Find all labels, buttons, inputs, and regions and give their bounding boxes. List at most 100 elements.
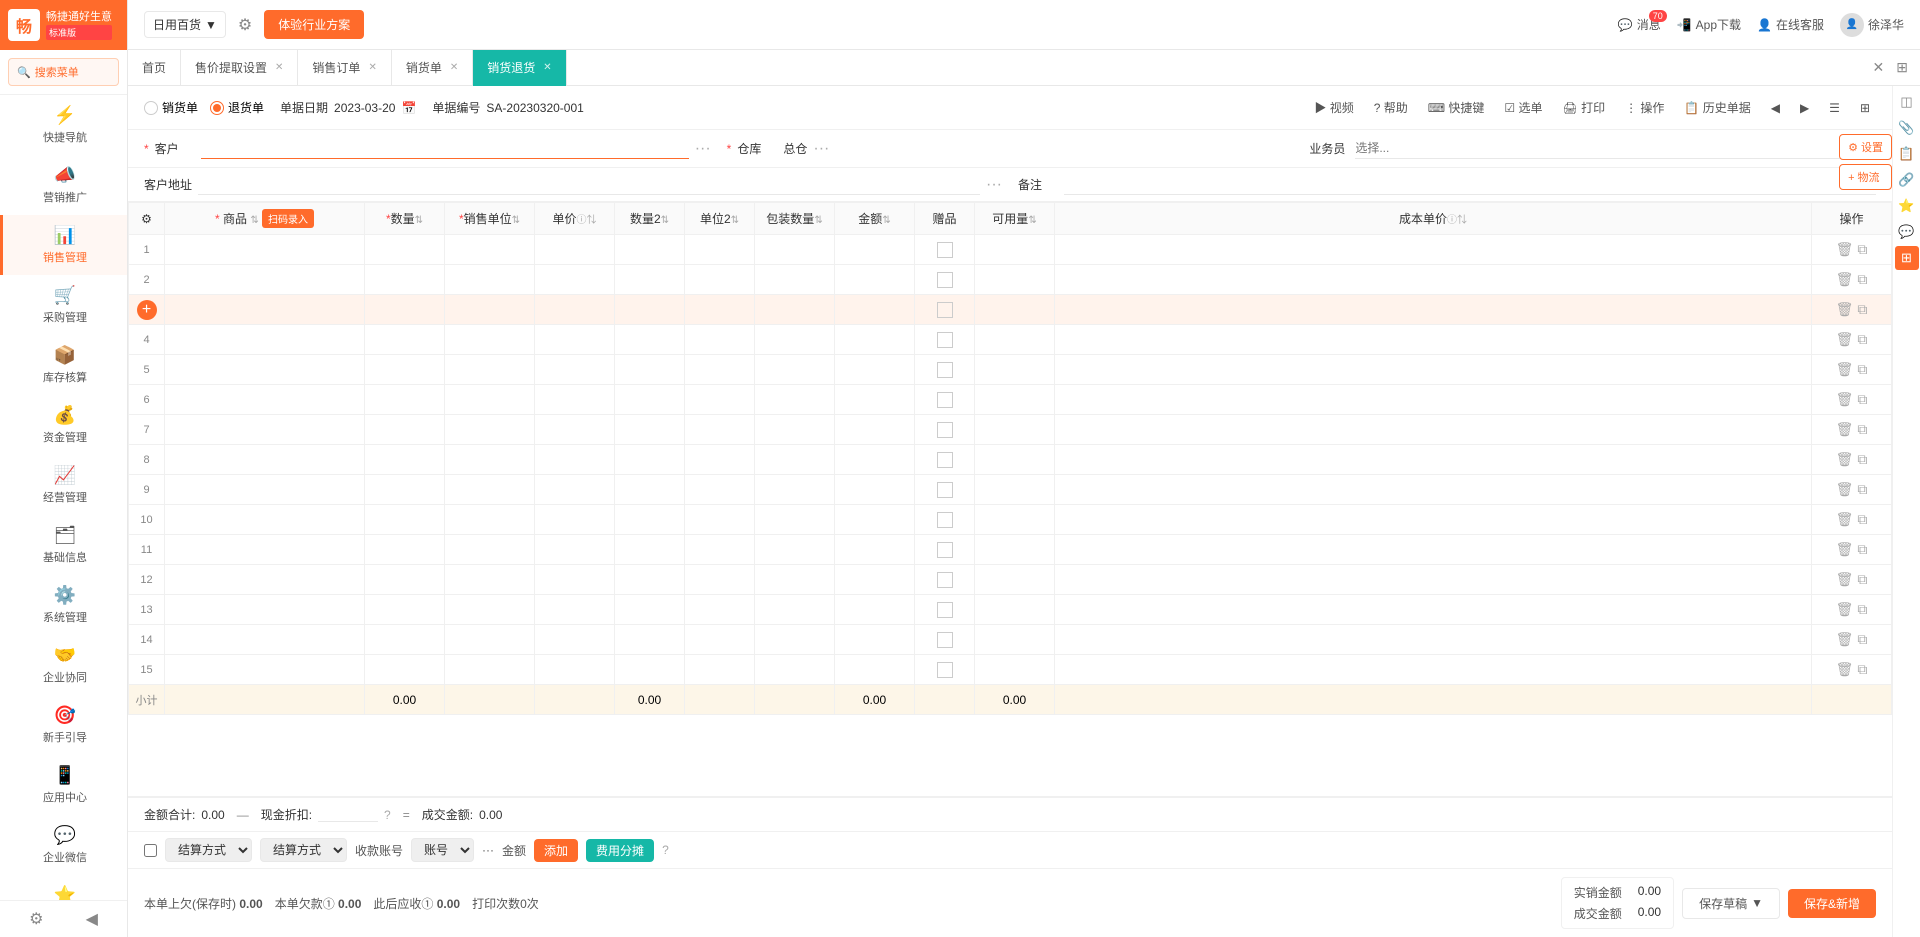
pack-qty-cell[interactable]	[755, 595, 835, 625]
right-sidebar-btn-2[interactable]: 📎	[1895, 116, 1919, 140]
sales-unit-cell[interactable]	[445, 565, 535, 595]
gift-cell[interactable]	[915, 595, 975, 625]
gift-cell[interactable]	[915, 445, 975, 475]
quantity-cell[interactable]	[365, 535, 445, 565]
gift-cell[interactable]	[915, 505, 975, 535]
quantity-cell[interactable]	[365, 655, 445, 685]
quantity2-cell[interactable]	[615, 295, 685, 325]
fee-split-help-icon[interactable]: ?	[662, 843, 669, 857]
quantity2-cell[interactable]	[615, 385, 685, 415]
copy-row-icon[interactable]: ⧉	[1857, 421, 1867, 438]
copy-row-icon[interactable]: ⧉	[1857, 331, 1867, 348]
unit-price-cell[interactable]	[535, 655, 615, 685]
gift-cell[interactable]	[915, 535, 975, 565]
tab-close-sales[interactable]: ✕	[450, 62, 458, 73]
quantity-cell[interactable]	[365, 355, 445, 385]
gift-checkbox[interactable]	[937, 452, 953, 468]
gift-checkbox[interactable]	[937, 392, 953, 408]
delete-row-icon[interactable]: 🗑	[1836, 421, 1854, 438]
delete-row-icon[interactable]: 🗑	[1836, 241, 1854, 258]
right-sidebar-btn-4[interactable]: 🔗	[1895, 168, 1919, 192]
copy-row-icon[interactable]: ⧉	[1857, 361, 1867, 378]
prev-record-icon[interactable]: ◀	[1765, 98, 1786, 118]
settings-gear-icon[interactable]: ⚙	[238, 15, 252, 35]
delete-row-icon[interactable]: 🗑	[1836, 631, 1854, 648]
available-cell[interactable]	[975, 535, 1055, 565]
gift-checkbox[interactable]	[937, 332, 953, 348]
sidebar-item-member[interactable]: ⭐ 畅会员	[0, 875, 127, 900]
copy-row-icon[interactable]: ⧉	[1857, 481, 1867, 498]
pack-qty-cell[interactable]	[755, 625, 835, 655]
amount-cell[interactable]	[835, 445, 915, 475]
sales-unit-cell[interactable]	[445, 385, 535, 415]
quantity-cell[interactable]	[365, 265, 445, 295]
available-cell[interactable]	[975, 355, 1055, 385]
amount-cell[interactable]	[835, 565, 915, 595]
copy-row-icon[interactable]: ⧉	[1857, 391, 1867, 408]
address-more-icon[interactable]: ···	[986, 176, 1002, 194]
pack-qty-cell[interactable]	[755, 235, 835, 265]
add-row-btn[interactable]: +	[137, 300, 157, 320]
sales-unit-cell[interactable]	[445, 505, 535, 535]
tab-close-sales-order[interactable]: ✕	[368, 62, 376, 73]
unit2-cell[interactable]	[685, 625, 755, 655]
sales-unit-cell[interactable]	[445, 595, 535, 625]
sidebar-item-apps[interactable]: 📱 应用中心	[0, 755, 127, 815]
gift-checkbox[interactable]	[937, 362, 953, 378]
unit-price-cell[interactable]	[535, 385, 615, 415]
cost-unit-cell[interactable]	[1055, 595, 1812, 625]
amount-cell[interactable]	[835, 385, 915, 415]
gift-cell[interactable]	[915, 625, 975, 655]
amount-cell[interactable]	[835, 235, 915, 265]
search-menu-button[interactable]: 🔍 搜索菜单	[8, 58, 119, 86]
amount-cell[interactable]	[835, 655, 915, 685]
delete-row-icon[interactable]: 🗑	[1836, 451, 1854, 468]
amount-cell[interactable]	[835, 415, 915, 445]
operations-btn[interactable]: ⋮ 操作	[1619, 96, 1670, 119]
pack-qty-cell[interactable]	[755, 565, 835, 595]
tab-sales-order[interactable]: 销售订单 ✕	[298, 50, 391, 86]
industry-select[interactable]: 日用百货 ▼	[144, 11, 226, 38]
delete-row-icon[interactable]: 🗑	[1836, 481, 1854, 498]
online-service-button[interactable]: 👤 在线客服	[1757, 16, 1824, 33]
available-cell[interactable]	[975, 595, 1055, 625]
unit2-cell[interactable]	[685, 595, 755, 625]
right-sidebar-btn-6[interactable]: 💬	[1895, 220, 1919, 244]
quantity2-cell[interactable]	[615, 265, 685, 295]
available-cell[interactable]	[975, 415, 1055, 445]
cost-unit-cell[interactable]	[1055, 265, 1812, 295]
sales-unit-cell[interactable]	[445, 535, 535, 565]
amount-cell[interactable]	[835, 295, 915, 325]
amount-cell[interactable]	[835, 625, 915, 655]
gift-checkbox[interactable]	[937, 482, 953, 498]
gift-cell[interactable]	[915, 265, 975, 295]
cost-unit-cell[interactable]	[1055, 385, 1812, 415]
quantity2-cell[interactable]	[615, 325, 685, 355]
pack-qty-cell[interactable]	[755, 385, 835, 415]
quantity2-cell[interactable]	[615, 475, 685, 505]
quantity2-cell[interactable]	[615, 355, 685, 385]
customer-input[interactable]	[201, 138, 689, 159]
tab-grid-icon[interactable]: ⊞	[1892, 57, 1912, 78]
gift-checkbox[interactable]	[937, 572, 953, 588]
quantity2-cell[interactable]	[615, 235, 685, 265]
one-click-payment-checkbox[interactable]	[144, 844, 157, 857]
delete-row-icon[interactable]: 🗑	[1836, 301, 1854, 318]
select-btn[interactable]: ☑ 选单	[1498, 96, 1548, 119]
cost-unit-cell[interactable]	[1055, 625, 1812, 655]
pack-qty-cell[interactable]	[755, 325, 835, 355]
copy-row-icon[interactable]: ⧉	[1857, 601, 1867, 618]
copy-row-icon[interactable]: ⧉	[1857, 301, 1867, 318]
sidebar-item-basic[interactable]: 🗂 基础信息	[0, 515, 127, 575]
save-draft-button[interactable]: 保存草稿 ▼	[1682, 888, 1780, 919]
amount-cell[interactable]	[835, 325, 915, 355]
unit-price-cell[interactable]	[535, 475, 615, 505]
delete-row-icon[interactable]: 🗑	[1836, 391, 1854, 408]
quantity2-cell[interactable]	[615, 415, 685, 445]
sidebar-item-finance[interactable]: 💰 资金管理	[0, 395, 127, 455]
cost-unit-cell[interactable]	[1055, 475, 1812, 505]
right-sidebar-btn-1[interactable]: ◫	[1895, 90, 1919, 114]
gift-cell[interactable]	[915, 655, 975, 685]
cost-unit-cell[interactable]	[1055, 295, 1812, 325]
tab-home[interactable]: 首页	[128, 50, 181, 86]
